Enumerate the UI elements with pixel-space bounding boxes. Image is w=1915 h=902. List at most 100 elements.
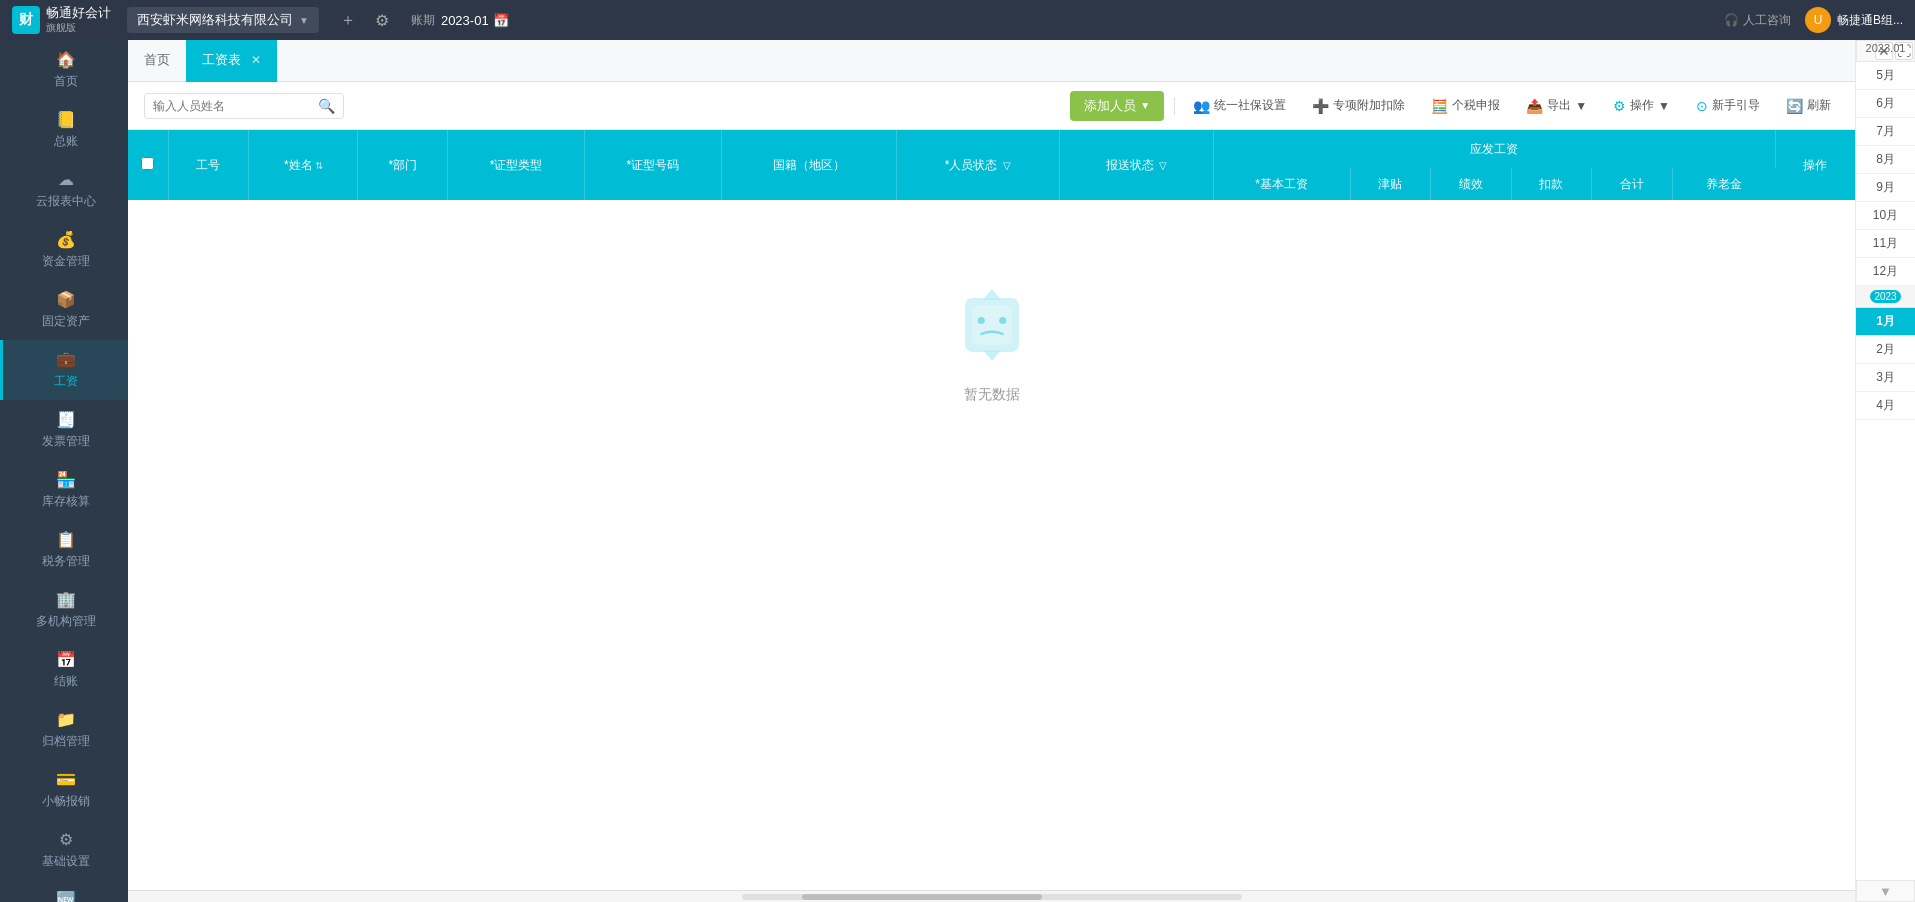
date-item-8[interactable]: 8月 xyxy=(1856,146,1915,174)
sidebar-item-expense[interactable]: 💳 小畅报销 xyxy=(0,760,128,820)
th-country: 国籍（地区） xyxy=(721,130,896,200)
logo-text-wrap: 畅通好会计 旗舰版 xyxy=(46,5,111,35)
scroll-thumb[interactable] xyxy=(802,894,1042,900)
add-person-label: 添加人员 xyxy=(1084,97,1136,115)
top-right-area: 🎧 人工咨询 U 畅捷通B组... xyxy=(1724,7,1903,33)
th-name[interactable]: *姓名 ⇅ xyxy=(249,130,358,200)
refresh-icon: 🔄 xyxy=(1786,98,1803,114)
sidebar-item-archive[interactable]: 📁 归档管理 xyxy=(0,700,128,760)
th-status[interactable]: *人员状态 ▽ xyxy=(896,130,1059,200)
tab-bar: 首页 工资表 ✕ xyxy=(128,40,1855,82)
sidebar-item-funds-label: 资金管理 xyxy=(42,253,90,270)
scroll-down-arrow[interactable]: ▼ xyxy=(1856,880,1915,902)
sidebar-item-funds[interactable]: 💰 资金管理 xyxy=(0,220,128,280)
sidebar-item-archive-label: 归档管理 xyxy=(42,733,90,750)
date-scroll[interactable]: 5月 6月 7月 8月 9月 10月 11月 12月 2023 1月 2月 3月… xyxy=(1856,62,1915,880)
panel-period-display: 2023.01 xyxy=(1856,40,1915,54)
sidebar-item-guide[interactable]: 🆕 新手引导 xyxy=(0,880,128,902)
search-input[interactable] xyxy=(153,99,312,113)
basic-settings-icon: ⚙ xyxy=(59,830,73,849)
sidebar-item-invoice[interactable]: 🧾 发票管理 xyxy=(0,400,128,460)
status-filter-icon[interactable]: ▽ xyxy=(1003,160,1011,171)
operate-icon: ⚙ xyxy=(1613,98,1626,114)
sidebar-item-multi-label: 多机构管理 xyxy=(36,613,96,630)
sidebar-item-settings[interactable]: ⚙ 基础设置 xyxy=(0,820,128,880)
company-selector[interactable]: 西安虾米网络科技有限公司 ▼ xyxy=(127,7,319,33)
scroll-track[interactable] xyxy=(742,894,1242,900)
sidebar-item-home[interactable]: 🏠 首页 xyxy=(0,40,128,100)
right-date-panel: ▲ 5月 6月 7月 8月 9月 10月 11月 12月 2023 1月 2月 … xyxy=(1855,40,1915,902)
tab-salary-table[interactable]: 工资表 ✕ xyxy=(186,40,277,82)
select-all-checkbox[interactable] xyxy=(141,157,154,170)
scroll-bottom[interactable] xyxy=(128,890,1855,902)
newbie-icon: ⊙ xyxy=(1696,98,1708,114)
date-item-4[interactable]: 4月 xyxy=(1856,392,1915,420)
th-operations: 操作 xyxy=(1775,130,1855,200)
tab-close-icon[interactable]: ✕ xyxy=(251,53,261,67)
date-item-2[interactable]: 2月 xyxy=(1856,336,1915,364)
report-status-filter-icon[interactable]: ▽ xyxy=(1159,160,1167,171)
th-checkbox[interactable] xyxy=(128,130,168,200)
add-dropdown-arrow: ▼ xyxy=(1140,100,1150,111)
tab-home-label: 首页 xyxy=(144,51,170,69)
date-item-3[interactable]: 3月 xyxy=(1856,364,1915,392)
invoice-icon: 🧾 xyxy=(56,410,76,429)
sidebar-item-tax[interactable]: 📋 税务管理 xyxy=(0,520,128,580)
empty-state: 暂无数据 xyxy=(128,200,1855,484)
headset-icon: 🎧 xyxy=(1724,13,1739,27)
add-person-button[interactable]: 添加人员 ▼ xyxy=(1070,91,1164,121)
date-item-5[interactable]: 5月 xyxy=(1856,62,1915,90)
date-item-10[interactable]: 10月 xyxy=(1856,202,1915,230)
export-action[interactable]: 📤 导出 ▼ xyxy=(1518,93,1595,118)
sidebar-item-salary-label: 工资 xyxy=(54,373,78,390)
top-bar-actions: ＋ ⚙ xyxy=(335,7,395,33)
table-wrap: 工号 *姓名 ⇅ *部门 *证型类型 *证型号码 国籍（地区） *人员状态 xyxy=(128,130,1855,890)
sidebar-item-invoice-label: 发票管理 xyxy=(42,433,90,450)
newbie-guide-action[interactable]: ⊙ 新手引导 xyxy=(1688,93,1768,118)
date-item-9[interactable]: 9月 xyxy=(1856,174,1915,202)
sidebar-item-close-label: 结账 xyxy=(54,673,78,690)
th-status-label: *人员状态 xyxy=(945,158,998,172)
svg-point-2 xyxy=(977,317,984,324)
home-icon: 🏠 xyxy=(56,50,76,69)
date-item-6[interactable]: 6月 xyxy=(1856,90,1915,118)
sidebar-item-close[interactable]: 📅 结账 xyxy=(0,640,128,700)
special-deduction-action[interactable]: ➕ 专项附加扣除 xyxy=(1304,93,1413,118)
operate-arrow: ▼ xyxy=(1658,99,1670,113)
support-button[interactable]: 🎧 人工咨询 xyxy=(1724,12,1791,29)
add-icon-btn[interactable]: ＋ xyxy=(335,7,361,33)
svg-rect-1 xyxy=(972,305,1012,345)
th-report-status[interactable]: 报送状态 ▽ xyxy=(1059,130,1213,200)
sidebar-item-multi[interactable]: 🏢 多机构管理 xyxy=(0,580,128,640)
user-info[interactable]: U 畅捷通B组... xyxy=(1805,7,1903,33)
company-name: 西安虾米网络科技有限公司 xyxy=(137,11,293,29)
tax-report-action[interactable]: 🧮 个税申报 xyxy=(1423,93,1508,118)
date-item-12[interactable]: 12月 xyxy=(1856,258,1915,286)
refresh-action[interactable]: 🔄 刷新 xyxy=(1778,93,1839,118)
sidebar-item-inventory[interactable]: 🏪 库存核算 xyxy=(0,460,128,520)
tab-home[interactable]: 首页 xyxy=(128,40,186,82)
th-total: 合计 xyxy=(1592,168,1673,200)
date-item-1-active[interactable]: 1月 xyxy=(1856,308,1915,336)
sidebar: 🏠 首页 📒 总账 ☁ 云报表中心 💰 资金管理 📦 固定资产 💼 工资 🧾 发… xyxy=(0,40,128,902)
divider-1 xyxy=(1174,97,1175,115)
export-arrow: ▼ xyxy=(1575,99,1587,113)
sidebar-item-salary[interactable]: 💼 工资 xyxy=(0,340,128,400)
th-id-type: *证型类型 xyxy=(448,130,585,200)
search-wrap[interactable]: 🔍 xyxy=(144,93,344,119)
period-label: 账期 xyxy=(411,12,435,29)
sidebar-item-tax-label: 税务管理 xyxy=(42,553,90,570)
sidebar-item-ledger[interactable]: 📒 总账 xyxy=(0,100,128,160)
social-settings-action[interactable]: 👥 统一社保设置 xyxy=(1185,93,1294,118)
special-icon: ➕ xyxy=(1312,98,1329,114)
operate-action[interactable]: ⚙ 操作 ▼ xyxy=(1605,93,1678,118)
sidebar-item-cloud[interactable]: ☁ 云报表中心 xyxy=(0,160,128,220)
date-item-11[interactable]: 11月 xyxy=(1856,230,1915,258)
date-item-7[interactable]: 7月 xyxy=(1856,118,1915,146)
top-bar: 财 畅通好会计 旗舰版 西安虾米网络科技有限公司 ▼ ＋ ⚙ 账期 2023-0… xyxy=(0,0,1915,40)
sidebar-item-assets[interactable]: 📦 固定资产 xyxy=(0,280,128,340)
sidebar-item-expense-label: 小畅报销 xyxy=(42,793,90,810)
settings-icon-btn[interactable]: ⚙ xyxy=(369,7,395,33)
user-name: 畅捷通B组... xyxy=(1837,12,1903,29)
calendar-icon[interactable]: 📅 xyxy=(493,13,509,28)
